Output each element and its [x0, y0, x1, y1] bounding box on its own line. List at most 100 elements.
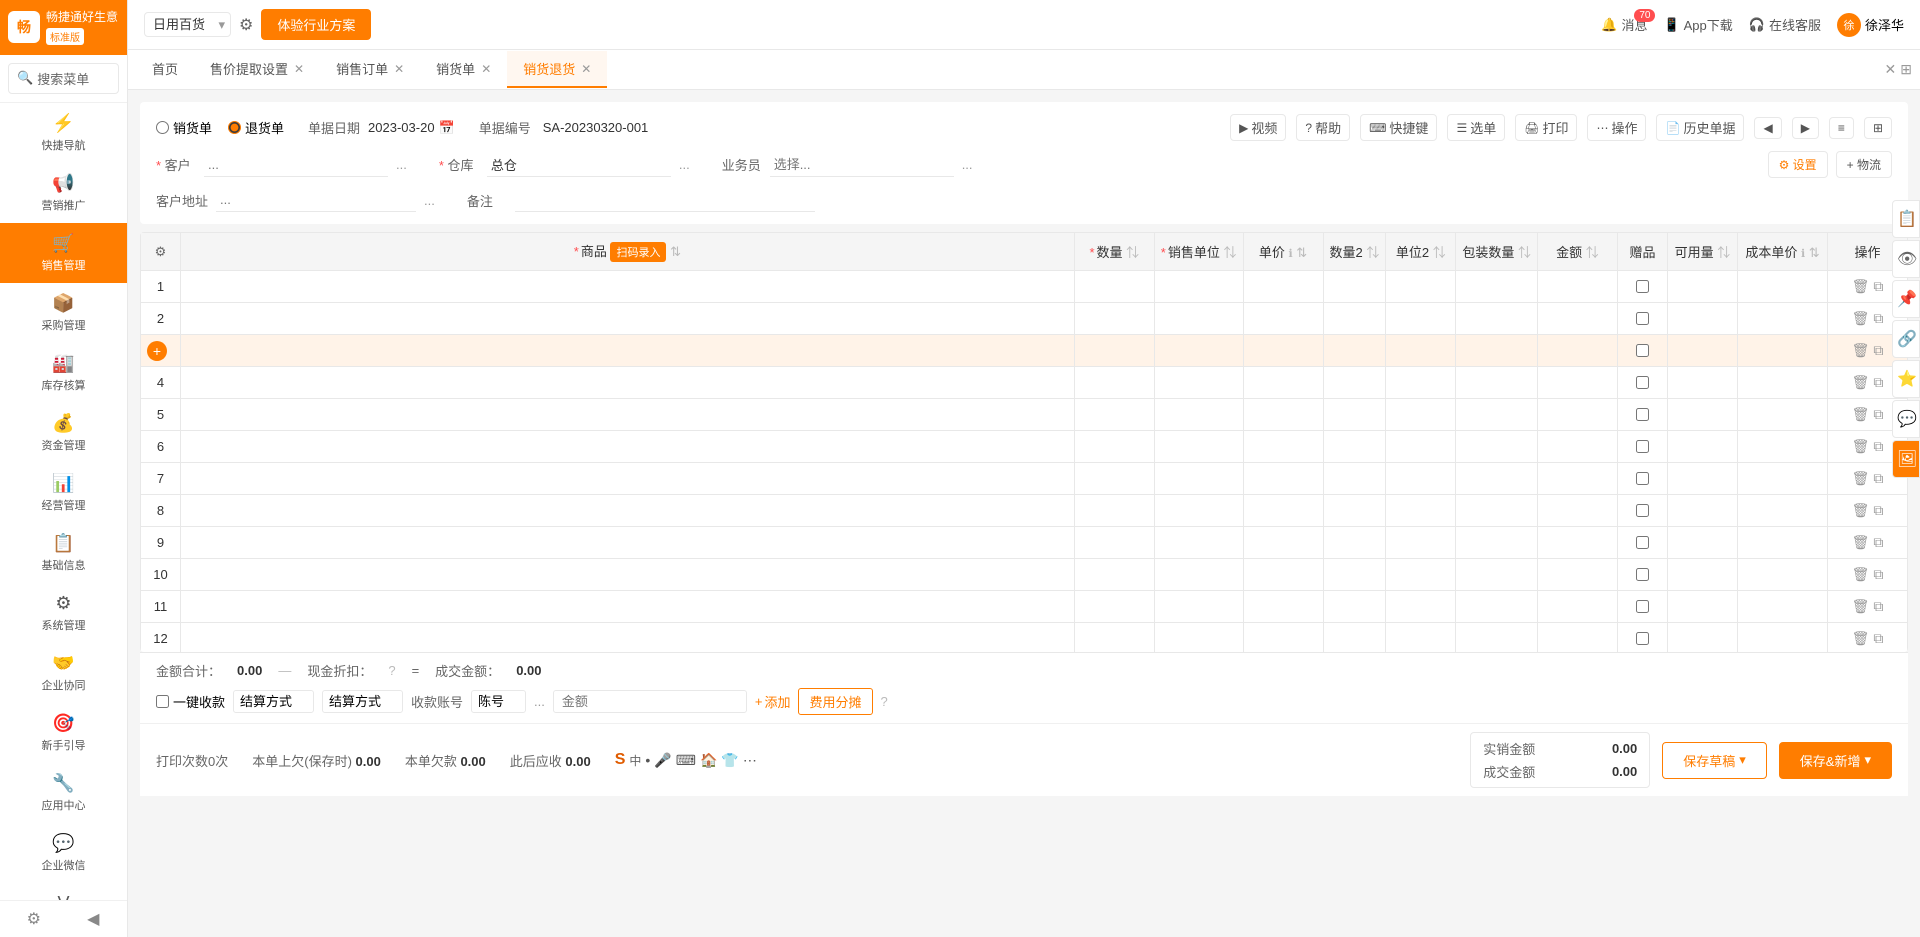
- close-all-tabs-button[interactable]: ✕: [1885, 61, 1897, 78]
- online-service-button[interactable]: 🎧 在线客服: [1749, 15, 1821, 34]
- sidebar-item-inventory[interactable]: 🏭 库存核算: [0, 343, 127, 403]
- sidebar-settings-button[interactable]: ⚙: [8, 909, 60, 929]
- history-button[interactable]: 📄 历史单据: [1656, 114, 1744, 141]
- logistics-button[interactable]: + 物流: [1836, 151, 1892, 178]
- right-panel-image[interactable]: 🖼: [1892, 440, 1920, 478]
- ime-icon-4[interactable]: 🏠: [700, 752, 717, 769]
- right-panel-eye[interactable]: 👁: [1892, 240, 1920, 278]
- row-qty-1[interactable]: [1074, 271, 1154, 303]
- sidebar-item-business[interactable]: 📊 经营管理: [0, 463, 127, 523]
- sidebar-item-guide[interactable]: 🎯 新手引导: [0, 703, 127, 763]
- ime-icon-6[interactable]: ⋯: [743, 752, 757, 769]
- row-delete-7[interactable]: 🗑: [1852, 470, 1870, 487]
- row-copy-6[interactable]: ⧉: [1873, 438, 1883, 455]
- tab-close-sales-bill[interactable]: ✕: [481, 62, 491, 76]
- row-copy-4[interactable]: ⧉: [1873, 374, 1883, 391]
- list-view-button[interactable]: ≡: [1829, 117, 1854, 139]
- row-delete-4[interactable]: 🗑: [1852, 374, 1870, 391]
- user-menu[interactable]: 徐 徐泽华: [1837, 13, 1904, 37]
- note-input[interactable]: [515, 188, 815, 212]
- table-settings-icon[interactable]: ⚙: [155, 244, 167, 259]
- save-draft-button[interactable]: 保存草稿 ▾: [1662, 742, 1767, 779]
- calendar-icon[interactable]: 📅: [439, 120, 455, 136]
- tab-close-sales-order[interactable]: ✕: [394, 62, 404, 76]
- sidebar-item-apps[interactable]: 🔧 应用中心: [0, 763, 127, 823]
- product-sort-icon[interactable]: ⇅: [670, 244, 681, 259]
- sidebar-item-system[interactable]: ⚙ 系统管理: [0, 583, 127, 643]
- sidebar-item-member[interactable]: V 畅会员: [0, 883, 127, 900]
- account-picker[interactable]: ...: [534, 694, 545, 709]
- settle-method-select[interactable]: 结算方式: [233, 690, 314, 713]
- sidebar-item-sales[interactable]: 🛒 销售管理: [0, 223, 127, 283]
- tab-close-price-extract[interactable]: ✕: [294, 62, 304, 76]
- row-delete-12[interactable]: 🗑: [1852, 630, 1870, 647]
- add-row-button[interactable]: +: [147, 341, 167, 361]
- ime-icon-5[interactable]: 👕: [721, 752, 738, 769]
- price-info-icon[interactable]: ℹ: [1288, 248, 1292, 260]
- sidebar-collapse-button[interactable]: ◀: [68, 909, 120, 929]
- fee-help-icon[interactable]: ?: [881, 694, 888, 709]
- tab-sales-return[interactable]: 销货退货 ✕: [507, 51, 607, 88]
- row-copy-1[interactable]: ⧉: [1873, 278, 1883, 295]
- sidebar-item-shortcuts[interactable]: ⚡ 快捷导航: [0, 103, 127, 163]
- qty2-sort-icon[interactable]: ⇅: [1366, 245, 1379, 260]
- video-button[interactable]: ▶ 视频: [1230, 114, 1286, 141]
- maximize-button[interactable]: ⊞: [1900, 61, 1912, 78]
- row-copy-11[interactable]: ⧉: [1873, 598, 1883, 615]
- radio-return-bill[interactable]: 退货单: [228, 118, 284, 137]
- grid-view-button[interactable]: ⊞: [1864, 117, 1892, 139]
- row-product-1[interactable]: [181, 271, 1075, 303]
- row-copy-8[interactable]: ⧉: [1873, 502, 1883, 519]
- customer-addr-input[interactable]: [216, 188, 416, 212]
- qty-sort-icon[interactable]: ⇅: [1126, 245, 1139, 260]
- customer-picker[interactable]: ...: [396, 157, 407, 172]
- sidebar-item-wechat[interactable]: 💬 企业微信: [0, 823, 127, 883]
- prev-record-button[interactable]: ◀: [1754, 117, 1781, 139]
- row-copy-10[interactable]: ⧉: [1873, 566, 1883, 583]
- row-delete-10[interactable]: 🗑: [1852, 566, 1870, 583]
- sidebar-item-purchase[interactable]: 📦 采购管理: [0, 283, 127, 343]
- scan-input-button[interactable]: 扫码录入: [610, 242, 666, 262]
- row-pkg-1[interactable]: [1456, 271, 1538, 303]
- row-delete-3[interactable]: 🗑: [1852, 342, 1870, 359]
- right-panel-chat[interactable]: 💬: [1892, 400, 1920, 438]
- cost-info-icon[interactable]: ℹ: [1801, 248, 1805, 260]
- row-unit2-1[interactable]: [1386, 271, 1456, 303]
- select-order-button[interactable]: ☰ 选单: [1447, 114, 1505, 141]
- search-menu-button[interactable]: 🔍 搜索菜单: [8, 63, 119, 94]
- row-copy-5[interactable]: ⧉: [1873, 406, 1883, 423]
- unit-sort-icon[interactable]: ⇅: [1223, 245, 1236, 260]
- calc-method-select[interactable]: 结算方式: [322, 690, 403, 713]
- row-delete-5[interactable]: 🗑: [1852, 406, 1870, 423]
- unit2-sort-icon[interactable]: ⇅: [1433, 245, 1446, 260]
- row-delete-2[interactable]: 🗑: [1852, 310, 1870, 327]
- sidebar-item-enterprise[interactable]: 🤝 企业协同: [0, 643, 127, 703]
- tab-price-extract[interactable]: 售价提取设置 ✕: [194, 51, 320, 88]
- row-delete-9[interactable]: 🗑: [1852, 534, 1870, 551]
- message-button[interactable]: 🔔 消息 70: [1601, 15, 1647, 34]
- row-unit-1[interactable]: [1154, 271, 1243, 303]
- row-copy-7[interactable]: ⧉: [1873, 470, 1883, 487]
- warehouse-input[interactable]: [487, 153, 671, 177]
- row-copy-3[interactable]: ⧉: [1873, 342, 1883, 359]
- discount-help-icon[interactable]: ?: [388, 663, 395, 678]
- ime-icon-2[interactable]: 🎤: [654, 752, 671, 769]
- setup-button[interactable]: ⚙ 设置: [1768, 151, 1828, 178]
- one-click-pay-check[interactable]: 一键收款: [156, 692, 225, 711]
- trial-button[interactable]: 体验行业方案: [261, 9, 371, 40]
- row-price-1[interactable]: [1243, 271, 1323, 303]
- print-button[interactable]: 🖨 打印: [1515, 114, 1577, 141]
- chevron-down-icon[interactable]: ▾: [1739, 752, 1746, 768]
- header-gear-button[interactable]: ⚙: [239, 15, 253, 35]
- shortcut-button[interactable]: ⌨ 快捷键: [1360, 114, 1437, 141]
- row-copy-2[interactable]: ⧉: [1873, 310, 1883, 327]
- sidebar-item-marketing[interactable]: 📢 营销推广: [0, 163, 127, 223]
- app-download-button[interactable]: 📱 App下载: [1663, 15, 1732, 34]
- row-delete-11[interactable]: 🗑: [1852, 598, 1870, 615]
- tab-sales-order[interactable]: 销售订单 ✕: [320, 51, 420, 88]
- ime-icon-3[interactable]: ⌨: [676, 752, 696, 769]
- add-payment-button[interactable]: + 添加: [755, 692, 791, 711]
- amount-sort-icon[interactable]: ⇅: [1586, 245, 1599, 260]
- row-delete-1[interactable]: 🗑: [1852, 278, 1870, 295]
- account-select[interactable]: 陈号: [471, 690, 526, 713]
